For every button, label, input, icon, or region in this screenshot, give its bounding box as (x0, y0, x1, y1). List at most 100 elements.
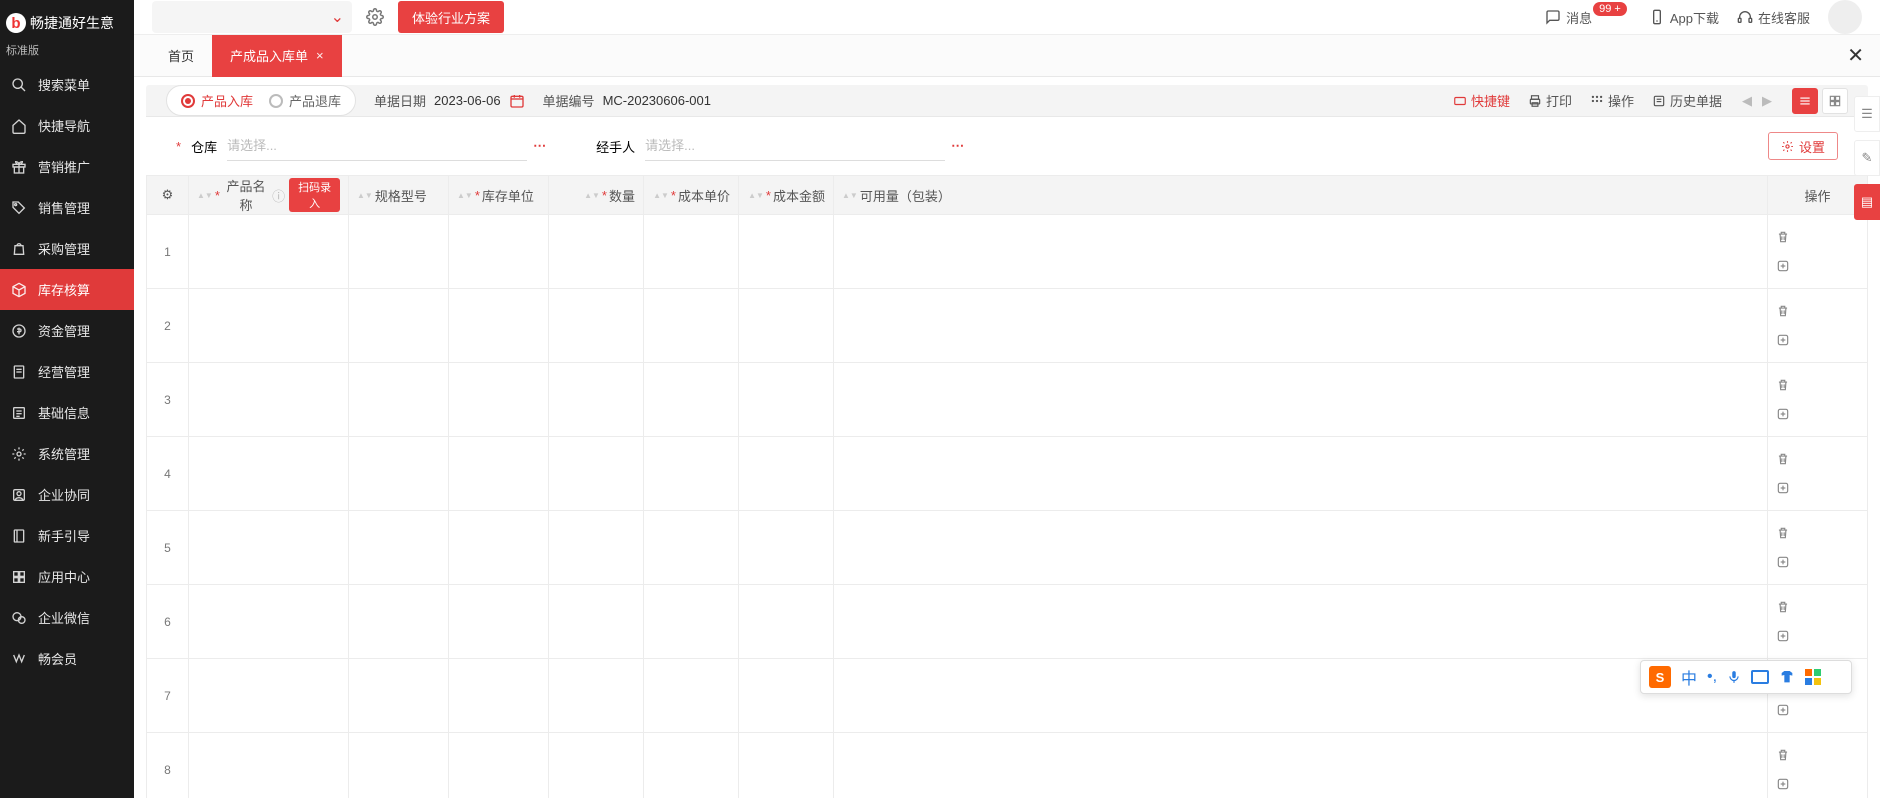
table-row[interactable]: 8 (147, 733, 1868, 798)
delete-row-icon[interactable] (1776, 378, 1859, 392)
delete-row-icon[interactable] (1776, 600, 1859, 614)
table-row[interactable]: 5 (147, 511, 1868, 585)
cell-spec[interactable] (349, 215, 449, 289)
cell-spec[interactable] (349, 659, 449, 733)
cell-name[interactable] (189, 363, 349, 437)
col-cost[interactable]: ▲▼*成本金额 (739, 176, 834, 215)
scan-entry-button[interactable]: 扫码录入 (289, 178, 340, 212)
cell-unit[interactable] (449, 437, 549, 511)
rail-item-3[interactable]: ▤ (1854, 184, 1880, 220)
cell-qty[interactable] (549, 215, 644, 289)
sidebar-item-vip[interactable]: 畅会员 (0, 638, 134, 679)
cell-qty[interactable] (549, 289, 644, 363)
add-row-icon[interactable] (1776, 259, 1859, 273)
add-row-icon[interactable] (1776, 481, 1859, 495)
cell-unit[interactable] (449, 215, 549, 289)
cell-spec[interactable] (349, 289, 449, 363)
shortcut-button[interactable]: 快捷键 (1453, 91, 1510, 110)
sidebar-item-wechat[interactable]: 企业微信 (0, 597, 134, 638)
sidebar-item-gear[interactable]: 系统管理 (0, 433, 134, 474)
cell-avail[interactable] (834, 659, 1768, 733)
ops-button[interactable]: 操作 (1590, 91, 1634, 110)
sidebar-item-app[interactable]: 应用中心 (0, 556, 134, 597)
cell-qty[interactable] (549, 733, 644, 798)
ime-toolbox-icon[interactable] (1805, 669, 1821, 685)
cell-qty[interactable] (549, 659, 644, 733)
col-avail[interactable]: ▲▼可用量（包装） (834, 176, 1768, 215)
cell-price[interactable] (644, 511, 739, 585)
cell-price[interactable] (644, 437, 739, 511)
col-product-name[interactable]: ▲▼ *产品名称 ⓘ 扫码录入 (189, 176, 349, 215)
view-list-icon[interactable] (1792, 88, 1818, 114)
next-record-icon[interactable]: ▶ (1760, 93, 1774, 109)
col-unit[interactable]: ▲▼*库存单位 (449, 176, 549, 215)
customer-service-button[interactable]: 在线客服 (1737, 8, 1810, 27)
cell-qty[interactable] (549, 363, 644, 437)
sidebar-item-box[interactable]: 库存核算 (0, 269, 134, 310)
sidebar-item-gift[interactable]: 营销推广 (0, 146, 134, 187)
cell-price[interactable] (644, 659, 739, 733)
avatar[interactable] (1828, 0, 1862, 34)
sidebar-item-search[interactable]: 搜索菜单 (0, 64, 134, 105)
more-icon[interactable]: ⋯ (951, 138, 964, 154)
cell-price[interactable] (644, 289, 739, 363)
cell-name[interactable] (189, 511, 349, 585)
messages-button[interactable]: 消息 99 + (1545, 8, 1631, 27)
add-row-icon[interactable] (1776, 777, 1859, 791)
table-row[interactable]: 3 (147, 363, 1868, 437)
cell-avail[interactable] (834, 585, 1768, 659)
cell-unit[interactable] (449, 585, 549, 659)
tab[interactable]: 产成品入库单× (212, 35, 342, 77)
cell-cost[interactable] (739, 289, 834, 363)
cell-spec[interactable] (349, 585, 449, 659)
cell-cost[interactable] (739, 585, 834, 659)
delete-row-icon[interactable] (1776, 230, 1859, 244)
ime-keyboard-icon[interactable] (1751, 670, 1769, 684)
sidebar-item-bag[interactable]: 采购管理 (0, 228, 134, 269)
rail-item-1[interactable]: ☰ (1854, 96, 1880, 132)
sidebar-item-doc[interactable]: 经营管理 (0, 351, 134, 392)
print-button[interactable]: 打印 (1528, 91, 1572, 110)
cell-name[interactable] (189, 289, 349, 363)
sidebar-item-list[interactable]: 基础信息 (0, 392, 134, 433)
cell-name[interactable] (189, 437, 349, 511)
cell-price[interactable] (644, 585, 739, 659)
delete-row-icon[interactable] (1776, 748, 1859, 762)
table-row[interactable]: 6 (147, 585, 1868, 659)
cell-qty[interactable] (549, 511, 644, 585)
cell-price[interactable] (644, 733, 739, 798)
col-price[interactable]: ▲▼*成本单价 (644, 176, 739, 215)
cell-spec[interactable] (349, 511, 449, 585)
cell-spec[interactable] (349, 437, 449, 511)
col-config[interactable]: ⚙ (147, 176, 189, 215)
warehouse-select[interactable] (227, 131, 527, 161)
cell-avail[interactable] (834, 511, 1768, 585)
cell-unit[interactable] (449, 511, 549, 585)
delete-row-icon[interactable] (1776, 452, 1859, 466)
tab[interactable]: 首页 (150, 35, 212, 77)
sidebar-item-home[interactable]: 快捷导航 (0, 105, 134, 146)
cell-price[interactable] (644, 215, 739, 289)
doc-date-value[interactable]: 2023-06-06 (434, 93, 501, 108)
add-row-icon[interactable] (1776, 333, 1859, 347)
cell-cost[interactable] (739, 659, 834, 733)
cell-cost[interactable] (739, 733, 834, 798)
close-icon[interactable]: × (316, 48, 324, 63)
cell-cost[interactable] (739, 363, 834, 437)
calendar-icon[interactable] (509, 93, 525, 109)
delete-row-icon[interactable] (1776, 304, 1859, 318)
col-qty[interactable]: ▲▼*数量 (549, 176, 644, 215)
cell-avail[interactable] (834, 733, 1768, 798)
ime-skin-icon[interactable] (1779, 669, 1795, 685)
table-row[interactable]: 7 (147, 659, 1868, 733)
settings-button[interactable]: 设置 (1768, 132, 1838, 160)
cell-cost[interactable] (739, 215, 834, 289)
promo-button[interactable]: 体验行业方案 (398, 1, 504, 33)
cell-cost[interactable] (739, 511, 834, 585)
cell-spec[interactable] (349, 363, 449, 437)
cell-spec[interactable] (349, 733, 449, 798)
table-row[interactable]: 4 (147, 437, 1868, 511)
cell-name[interactable] (189, 733, 349, 798)
sidebar-item-book[interactable]: 新手引导 (0, 515, 134, 556)
cell-price[interactable] (644, 363, 739, 437)
